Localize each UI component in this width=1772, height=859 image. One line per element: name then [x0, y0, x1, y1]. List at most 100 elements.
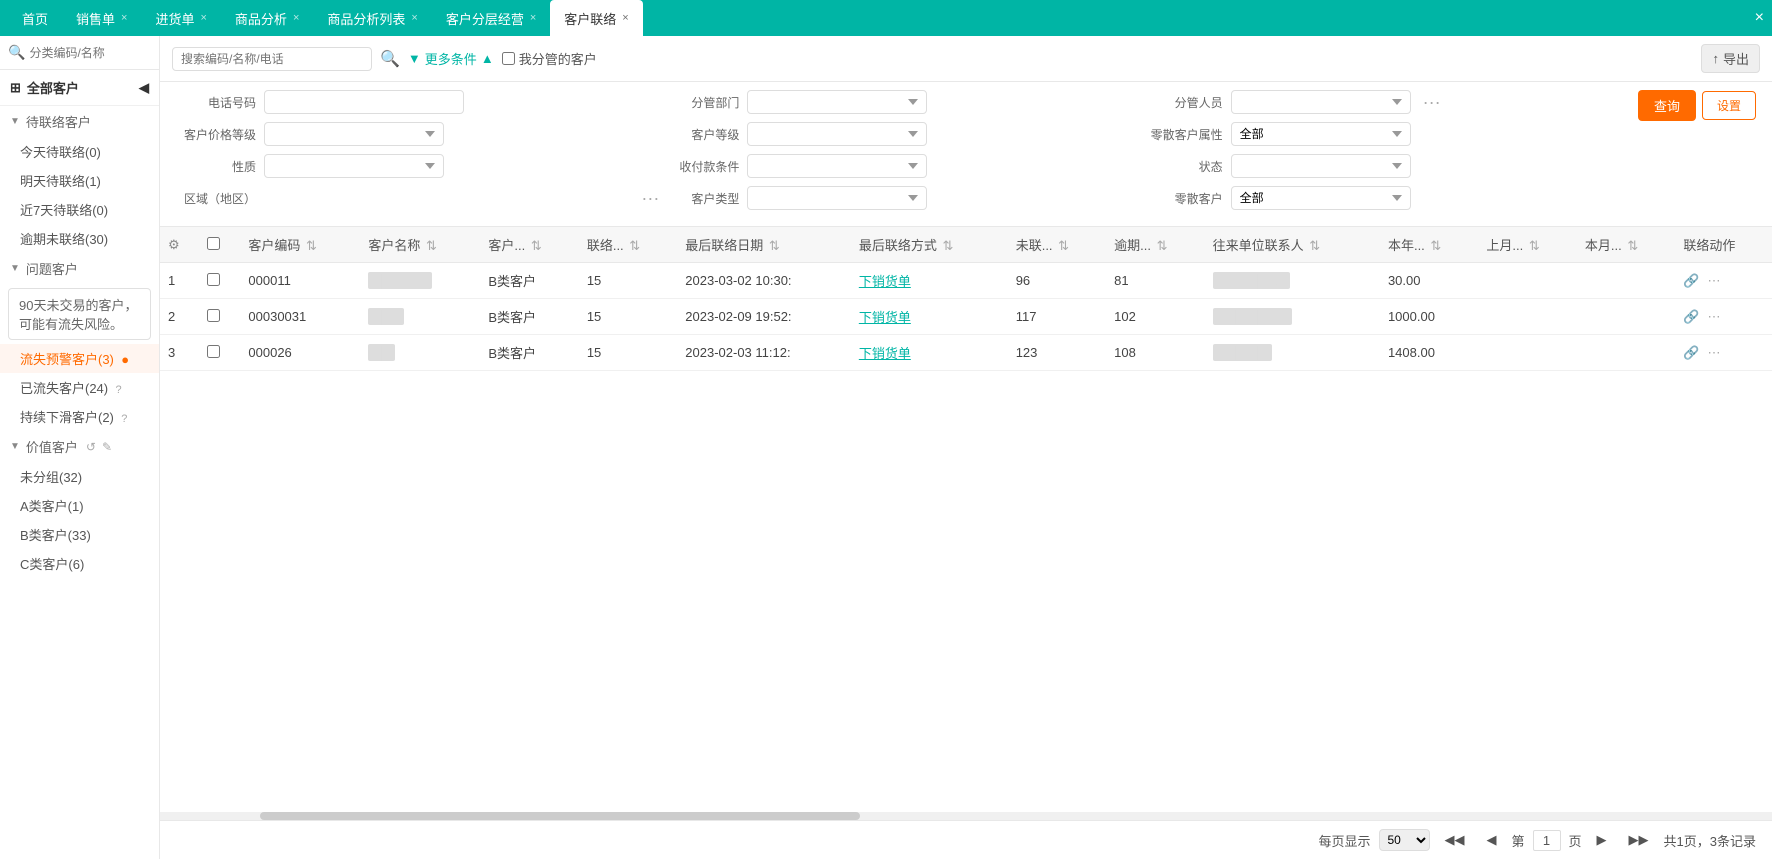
my-customers-checkbox-label[interactable]: 我分管的客户 [502, 49, 597, 68]
unit-contacts-sort-icon[interactable]: ⇅ [1309, 238, 1320, 253]
value-edit-icon[interactable]: ✎ [102, 440, 112, 454]
tab-product-analysis-close[interactable]: × [293, 12, 299, 24]
sidebar-section-value[interactable]: ▼ 价值客户 ↺ ✎ [0, 431, 159, 462]
name-sort-icon[interactable]: ⇅ [426, 238, 437, 253]
th-last-contact-method[interactable]: 最后联络方式 ⇅ [851, 227, 1008, 263]
filter-retail-customer-select[interactable]: 全部 [1231, 186, 1411, 210]
sidebar-item-tomorrow[interactable]: 明天待联络(1) [0, 166, 159, 195]
action-link-icon[interactable]: 🔗 [1683, 309, 1699, 325]
select-all-checkbox[interactable] [207, 237, 220, 250]
sidebar-item-class-b[interactable]: B类客户(33) [0, 520, 159, 549]
sidebar-item-class-a[interactable]: A类客户(1) [0, 491, 159, 520]
this-month-sort-icon[interactable]: ⇅ [1627, 238, 1638, 253]
this-year-sort-icon[interactable]: ⇅ [1430, 238, 1441, 253]
row-last-contact-method[interactable]: 下销货单 [851, 263, 1008, 299]
th-this-year[interactable]: 本年... ⇅ [1380, 227, 1478, 263]
last-page-button[interactable]: ▶▶ [1622, 829, 1656, 851]
th-type[interactable]: 客户... ⇅ [480, 227, 578, 263]
th-code[interactable]: 客户编码 ⇅ [240, 227, 360, 263]
th-this-month[interactable]: 本月... ⇅ [1577, 227, 1675, 263]
next-page-button[interactable]: ▶ [1590, 829, 1614, 851]
contact-sort-icon[interactable]: ⇅ [629, 238, 640, 253]
action-more-icon[interactable]: ⋯ [1708, 345, 1721, 361]
row-checkbox-cell[interactable] [199, 299, 240, 335]
th-last-contact-date[interactable]: 最后联络日期 ⇅ [677, 227, 851, 263]
tab-customer-segment-close[interactable]: × [530, 12, 536, 24]
contact-method-link[interactable]: 下销货单 [859, 310, 911, 325]
query-button[interactable]: 查询 [1638, 90, 1696, 121]
gear-icon[interactable]: ⚙ [168, 237, 180, 252]
more-filters-button[interactable]: ▼ 更多条件 ▲ [408, 49, 494, 68]
th-name[interactable]: 客户名称 ⇅ [360, 227, 480, 263]
last-contact-method-sort-icon[interactable]: ⇅ [942, 238, 953, 253]
row-checkbox[interactable] [207, 273, 220, 286]
type-sort-icon[interactable]: ⇅ [531, 238, 542, 253]
search-input[interactable] [172, 47, 372, 71]
tab-home[interactable]: 首页 [8, 0, 62, 36]
filter-customer-level-select[interactable] [747, 122, 927, 146]
row-last-contact-method[interactable]: 下销货单 [851, 335, 1008, 371]
sidebar-section-atrisk[interactable]: ▼ 问题客户 [0, 253, 159, 284]
sidebar-search-input[interactable] [29, 46, 160, 60]
tab-product-analysis-list-close[interactable]: × [411, 12, 417, 24]
filter-payment-select[interactable] [747, 154, 927, 178]
last-month-sort-icon[interactable]: ⇅ [1529, 238, 1540, 253]
row-last-contact-method[interactable]: 下销货单 [851, 299, 1008, 335]
code-sort-icon[interactable]: ⇅ [306, 238, 317, 253]
settings-button[interactable]: 设置 [1702, 91, 1756, 120]
filter-retail-attr-select[interactable]: 全部 [1231, 122, 1411, 146]
th-uncontacted[interactable]: 未联... ⇅ [1008, 227, 1106, 263]
sidebar-item-week[interactable]: 近7天待联络(0) [0, 195, 159, 224]
search-button[interactable]: 🔍 [380, 49, 400, 69]
sidebar-item-class-c[interactable]: C类客户(6) [0, 549, 159, 578]
filter-phone-input[interactable] [264, 90, 464, 114]
sidebar-item-unclassified[interactable]: 未分组(32) [0, 462, 159, 491]
filter-region-ellipsis[interactable]: ··· [641, 188, 659, 209]
sidebar-item-churned[interactable]: 已流失客户(24) ? [0, 373, 159, 402]
tab-sales-close[interactable]: × [121, 12, 127, 24]
action-link-icon[interactable]: 🔗 [1683, 273, 1699, 289]
filter-dept-select[interactable] [747, 90, 927, 114]
contact-method-link[interactable]: 下销货单 [859, 274, 911, 289]
collapse-icon[interactable]: ◀ [139, 80, 149, 96]
first-page-button[interactable]: ◀◀ [1438, 829, 1472, 851]
th-contact[interactable]: 联络... ⇅ [579, 227, 677, 263]
action-more-icon[interactable]: ⋯ [1708, 273, 1721, 289]
last-contact-date-sort-icon[interactable]: ⇅ [769, 238, 780, 253]
tab-customer-contact[interactable]: 客户联络 × [550, 0, 642, 36]
tab-purchase-close[interactable]: × [200, 12, 206, 24]
action-link-icon[interactable]: 🔗 [1683, 345, 1699, 361]
sidebar-item-overdue-contact[interactable]: 逾期未联络(30) [0, 224, 159, 253]
th-unit-contacts[interactable]: 往来单位联系人 ⇅ [1205, 227, 1380, 263]
per-page-select[interactable]: 50 20 100 [1379, 829, 1430, 851]
scrollbar-thumb[interactable] [260, 812, 860, 820]
tab-product-analysis[interactable]: 商品分析 × [221, 0, 313, 36]
filter-customer-type-select[interactable] [747, 186, 927, 210]
th-overdue[interactable]: 逾期... ⇅ [1106, 227, 1204, 263]
tab-customer-segment[interactable]: 客户分层经营 × [432, 0, 550, 36]
filter-nature-select[interactable] [264, 154, 444, 178]
contact-method-link[interactable]: 下销货单 [859, 346, 911, 361]
sidebar-item-today[interactable]: 今天待联络(0) [0, 137, 159, 166]
my-customers-checkbox[interactable] [502, 52, 515, 65]
filter-person-ellipsis[interactable]: ··· [1423, 92, 1441, 113]
filter-price-level-select[interactable] [264, 122, 444, 146]
horizontal-scrollbar[interactable] [160, 812, 1772, 820]
window-close-button[interactable]: × [1755, 9, 1764, 27]
export-button[interactable]: ↑ 导出 [1701, 44, 1760, 73]
sidebar-item-churn-warning[interactable]: 流失预警客户(3) ● [0, 344, 159, 373]
tab-customer-contact-close[interactable]: × [622, 12, 628, 24]
sidebar-item-declining[interactable]: 持续下滑客户(2) ? [0, 402, 159, 431]
overdue-sort-icon[interactable]: ⇅ [1157, 238, 1168, 253]
prev-page-button[interactable]: ◀ [1480, 829, 1504, 851]
filter-status-select[interactable] [1231, 154, 1411, 178]
row-checkbox[interactable] [207, 309, 220, 322]
action-more-icon[interactable]: ⋯ [1708, 309, 1721, 325]
row-checkbox-cell[interactable] [199, 335, 240, 371]
sidebar-section-pending[interactable]: ▼ 待联络客户 [0, 106, 159, 137]
sidebar-all-customers[interactable]: ⊞ 全部客户 ◀ [0, 70, 159, 106]
filter-person-select[interactable] [1231, 90, 1411, 114]
uncontacted-sort-icon[interactable]: ⇅ [1058, 238, 1069, 253]
row-checkbox[interactable] [207, 345, 220, 358]
th-checkbox[interactable] [199, 227, 240, 263]
